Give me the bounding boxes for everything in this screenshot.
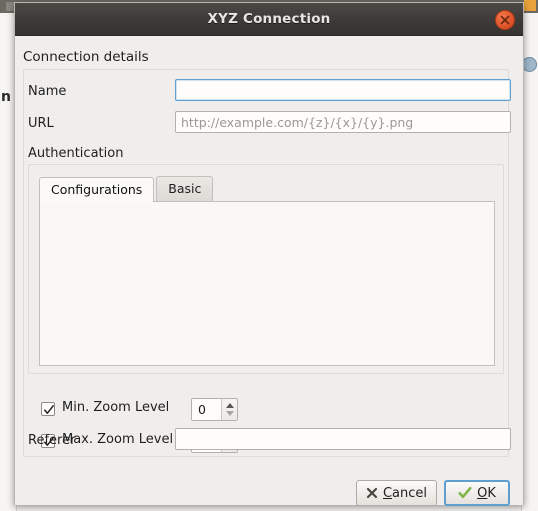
min-zoom-checkbox[interactable] bbox=[41, 402, 55, 416]
tab-configurations[interactable]: Configurations bbox=[39, 177, 155, 202]
authentication-label: Authentication bbox=[28, 146, 124, 161]
referer-input[interactable] bbox=[175, 428, 511, 450]
referer-label: Referer bbox=[28, 433, 76, 448]
ok-rest: K bbox=[487, 485, 496, 501]
max-zoom-label: Max. Zoom Level bbox=[62, 432, 174, 447]
min-zoom-label: Min. Zoom Level bbox=[62, 400, 170, 415]
cancel-rest: ancel bbox=[392, 485, 428, 501]
name-input[interactable] bbox=[175, 79, 511, 101]
dialog-body: Connection details Name URL Authenticati… bbox=[15, 36, 523, 506]
desktop-background: n XYZ Connection Connection details Name… bbox=[0, 0, 538, 511]
chevron-up-icon[interactable] bbox=[226, 403, 234, 408]
cancel-mnemonic: C bbox=[382, 485, 393, 501]
min-zoom-stepper[interactable]: 0 bbox=[191, 398, 238, 421]
cancel-button[interactable]: Cancel bbox=[356, 480, 437, 506]
dialog-titlebar[interactable]: XYZ Connection bbox=[15, 3, 523, 36]
background-orange-marker bbox=[524, 0, 536, 11]
min-zoom-stepper-buttons[interactable] bbox=[221, 399, 237, 420]
url-input[interactable] bbox=[175, 111, 511, 133]
chevron-down-icon[interactable] bbox=[226, 411, 234, 416]
close-glyph bbox=[500, 15, 510, 25]
ok-button-label: OK bbox=[477, 486, 496, 501]
dialog-title: XYZ Connection bbox=[207, 11, 331, 27]
background-left-panel-text: n bbox=[1, 89, 11, 105]
xyz-connection-dialog: XYZ Connection Connection details Name U… bbox=[14, 2, 524, 506]
globe-icon bbox=[522, 57, 537, 72]
tab-basic[interactable]: Basic bbox=[156, 176, 214, 201]
check-icon bbox=[458, 486, 472, 499]
name-label: Name bbox=[28, 84, 67, 99]
min-zoom-value: 0 bbox=[198, 402, 206, 417]
authentication-tab-panel bbox=[39, 201, 495, 366]
ok-button[interactable]: OK bbox=[444, 480, 510, 506]
cancel-button-label: Cancel bbox=[383, 486, 427, 501]
x-mark-icon bbox=[366, 487, 378, 499]
close-icon[interactable] bbox=[495, 10, 515, 30]
ok-mnemonic: O bbox=[477, 485, 488, 501]
authentication-tabbar: Configurations Basic bbox=[39, 176, 214, 202]
url-label: URL bbox=[28, 116, 54, 131]
check-icon bbox=[44, 405, 54, 414]
connection-details-heading: Connection details bbox=[23, 49, 149, 65]
